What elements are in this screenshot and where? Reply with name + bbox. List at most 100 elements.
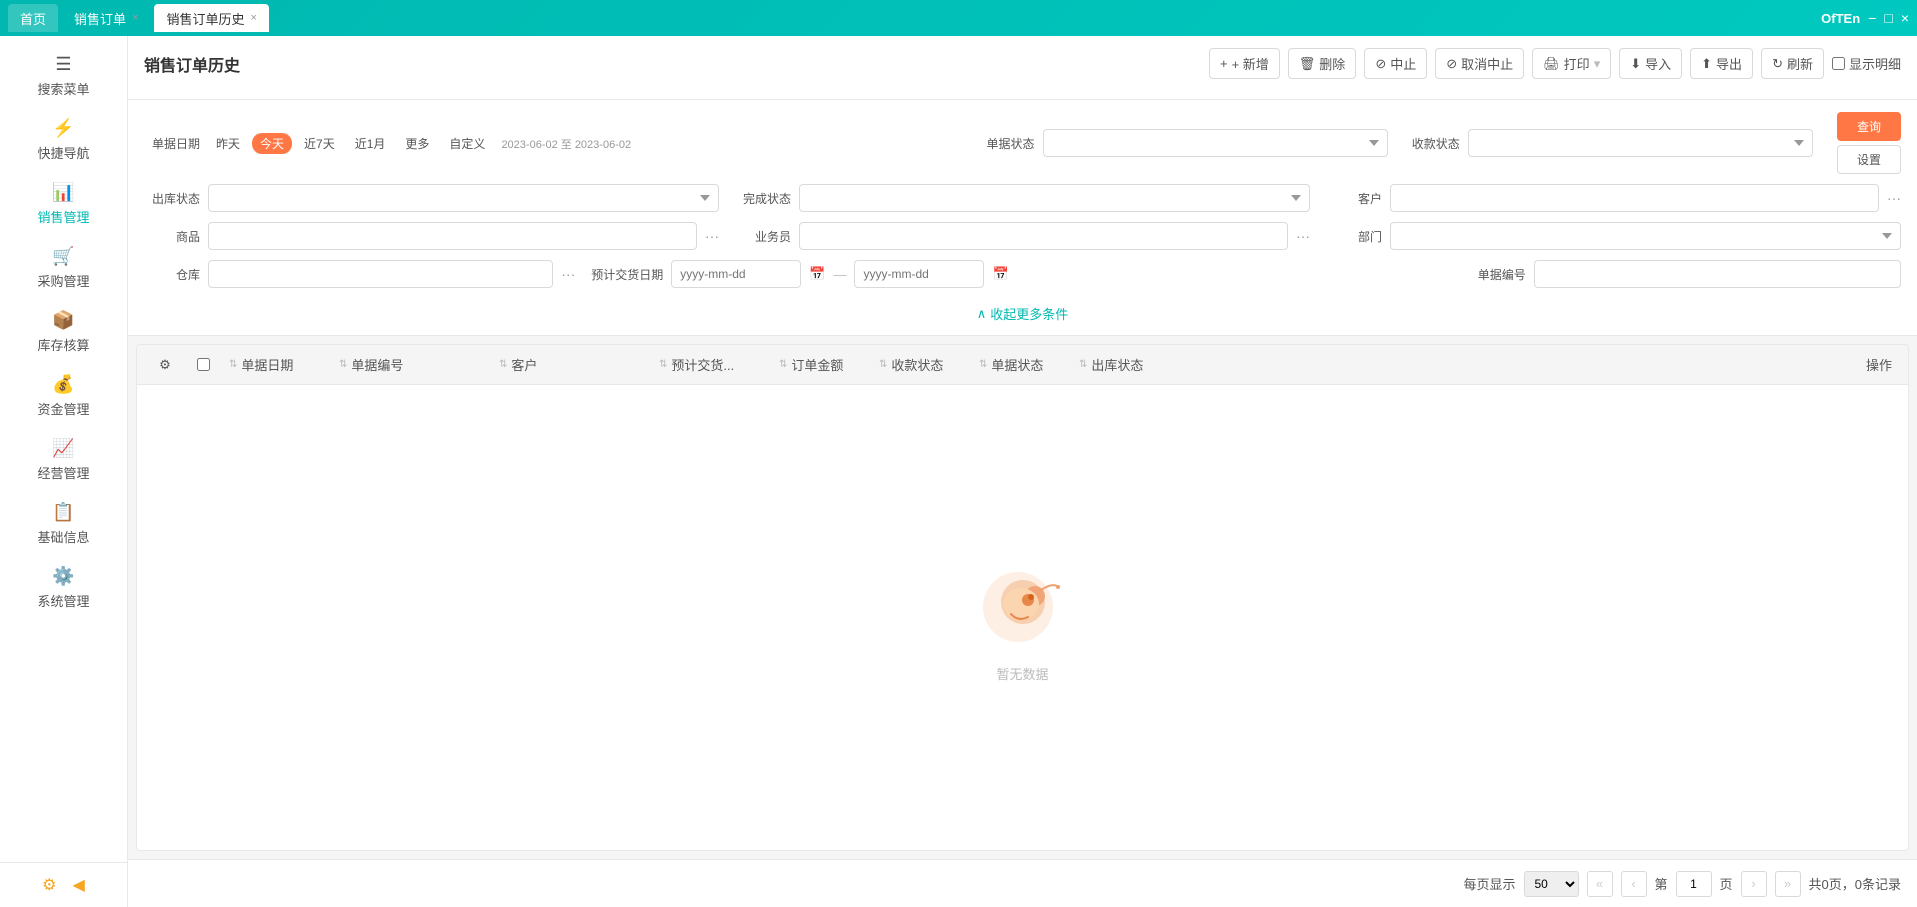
delete-button[interactable]: 🗑 删除 <box>1288 48 1357 79</box>
warehouse-input[interactable] <box>208 260 553 288</box>
filter-row-2: 出库状态 完成状态 客户 ··· <box>144 184 1901 212</box>
warehouse-dots-icon[interactable]: ··· <box>561 266 575 282</box>
salesman-input[interactable] <box>799 222 1288 250</box>
th-customer-label: 客户 <box>511 355 537 374</box>
goods-input[interactable] <box>208 222 697 250</box>
data-table: ⚙ ⇅ 单据日期 ⇅ 单据编号 ⇅ 客户 ⇅ <box>136 344 1909 851</box>
tab-sales-order-history-close-icon[interactable]: × <box>250 12 256 24</box>
sidebar-item-search-menu[interactable]: ☰ 搜索菜单 <box>0 44 127 108</box>
th-checkbox[interactable] <box>185 358 221 371</box>
goods-dots-icon[interactable]: ··· <box>705 228 719 244</box>
th-amount[interactable]: ⇅ 订单金额 <box>771 355 871 374</box>
sidebar-item-finance[interactable]: 💰 资金管理 <box>0 364 127 428</box>
tab-sales-order-close-icon[interactable]: × <box>132 12 138 24</box>
maximize-btn[interactable]: □ <box>1884 10 1892 26</box>
th-delivery[interactable]: ⇅ 预计交货... <box>651 355 771 374</box>
search-menu-icon: ☰ <box>55 54 71 75</box>
date-tag-1month[interactable]: 近1月 <box>347 133 394 154</box>
settings-button[interactable]: 设置 <box>1837 145 1901 174</box>
customer-input[interactable] <box>1390 184 1879 212</box>
goods-label: 商品 <box>144 228 200 245</box>
out-status-select[interactable] <box>208 184 719 212</box>
salesman-dots-icon[interactable]: ··· <box>1296 228 1310 244</box>
bill-status-select[interactable] <box>1043 129 1388 157</box>
stop-button[interactable]: ⊘ 中止 <box>1364 48 1427 79</box>
bill-number-input[interactable] <box>1534 260 1901 288</box>
total-text: 共0页，0条记录 <box>1809 874 1901 893</box>
delete-icon: 🗑 <box>1299 56 1316 72</box>
refresh-button[interactable]: ↻ 刷新 <box>1761 48 1824 79</box>
date-tag-today[interactable]: 今天 <box>252 133 292 154</box>
sidebar-item-quick-nav[interactable]: ⚡ 快捷导航 <box>0 108 127 172</box>
minimize-btn[interactable]: − <box>1868 10 1876 26</box>
import-button[interactable]: ⬇ 导入 <box>1619 48 1682 79</box>
empty-illustration <box>963 552 1083 652</box>
sidebar: ☰ 搜索菜单 ⚡ 快捷导航 📊 销售管理 🛒 采购管理 📦 库存核算 💰 资金管… <box>0 36 128 907</box>
sidebar-settings-icon[interactable]: ⚙ <box>42 875 56 895</box>
complete-status-label: 完成状态 <box>735 190 791 207</box>
print-icon: 🖨 <box>1543 56 1560 72</box>
out-status-label: 出库状态 <box>144 190 200 207</box>
date-tag-yesterday[interactable]: 昨天 <box>208 133 248 154</box>
department-select[interactable] <box>1390 222 1901 250</box>
sidebar-collapse-icon[interactable]: ◀ <box>73 875 85 895</box>
date-tag-custom[interactable]: 自定义 <box>441 133 493 154</box>
delivery-date-from-input[interactable] <box>671 260 801 288</box>
customer-dots-icon[interactable]: ··· <box>1887 190 1901 206</box>
th-date[interactable]: ⇅ 单据日期 <box>221 355 331 374</box>
page-number-input[interactable] <box>1676 871 1712 897</box>
sidebar-item-inventory[interactable]: 📦 库存核算 <box>0 300 127 364</box>
display-detail-input[interactable] <box>1832 57 1845 70</box>
customer-sort-icon: ⇅ <box>499 359 507 370</box>
delivery-date-from-calendar-icon[interactable]: 📅 <box>809 266 825 282</box>
export-button[interactable]: ⬆ 导出 <box>1690 48 1753 79</box>
top-bar: 首页销售订单×销售订单历史× OfTEn − □ × <box>0 0 1917 36</box>
select-all-checkbox[interactable] <box>197 358 210 371</box>
new-button[interactable]: + + 新增 <box>1209 48 1280 79</box>
date-tag-more[interactable]: 更多 <box>397 133 437 154</box>
last-page-btn[interactable]: » <box>1775 871 1801 897</box>
display-detail-checkbox[interactable]: 显示明细 <box>1832 54 1901 73</box>
sidebar-item-sales[interactable]: 📊 销售管理 <box>0 172 127 236</box>
tab-sales-order[interactable]: 销售订单× <box>62 4 150 32</box>
sidebar-item-sales-label: 销售管理 <box>37 207 89 226</box>
first-page-btn[interactable]: « <box>1587 871 1613 897</box>
prev-page-btn[interactable]: ‹ <box>1621 871 1647 897</box>
th-bill-status[interactable]: ⇅ 单据状态 <box>971 355 1071 374</box>
sidebar-item-basic-info[interactable]: 📋 基础信息 <box>0 492 127 556</box>
th-number[interactable]: ⇅ 单据编号 <box>331 355 491 374</box>
pay-status-select[interactable] <box>1468 129 1813 157</box>
query-button[interactable]: 查询 <box>1837 112 1901 141</box>
page-title: 销售订单历史 <box>144 52 240 76</box>
tab-sales-order-history[interactable]: 销售订单历史× <box>154 4 268 32</box>
date-sort-icon: ⇅ <box>229 359 237 370</box>
filter-row-3: 商品 ··· 业务员 ··· 部门 <box>144 222 1901 250</box>
sidebar-item-quick-nav-label: 快捷导航 <box>37 143 89 162</box>
display-detail-label: 显示明细 <box>1849 54 1901 73</box>
th-bill-status-label: 单据状态 <box>991 355 1043 374</box>
sidebar-item-operations[interactable]: 📈 经营管理 <box>0 428 127 492</box>
sales-icon: 📊 <box>52 182 74 203</box>
th-out-status[interactable]: ⇅ 出库状态 <box>1071 355 1171 374</box>
delivery-date-to-calendar-icon[interactable]: 📅 <box>992 266 1008 282</box>
close-btn[interactable]: × <box>1901 10 1909 26</box>
sidebar-item-purchase[interactable]: 🛒 采购管理 <box>0 236 127 300</box>
th-pay-status[interactable]: ⇅ 收款状态 <box>871 355 971 374</box>
complete-status-select[interactable] <box>799 184 1310 212</box>
page-size-select[interactable]: 50 20 100 <box>1524 871 1579 897</box>
cancel-stop-button[interactable]: ⊘ 取消中止 <box>1435 48 1524 79</box>
department-label: 部门 <box>1326 228 1382 245</box>
th-customer[interactable]: ⇅ 客户 <box>491 355 651 374</box>
table-settings-icon[interactable]: ⚙ <box>159 357 171 373</box>
print-button[interactable]: 🖨 打印 ▾ <box>1532 48 1611 79</box>
print-chevron-icon: ▾ <box>1594 56 1601 72</box>
th-settings[interactable]: ⚙ <box>145 357 185 373</box>
tab-home[interactable]: 首页 <box>8 4 58 32</box>
date-filter-item: 单据日期 昨天 今天 近7天 近1月 更多 自定义 2023-06-02 至 2… <box>144 133 963 154</box>
collapse-more-btn[interactable]: ∧ 收起更多条件 <box>144 298 1901 323</box>
next-page-btn[interactable]: › <box>1741 871 1767 897</box>
date-filter-label: 单据日期 <box>144 135 200 152</box>
sidebar-item-system[interactable]: ⚙️ 系统管理 <box>0 556 127 620</box>
delivery-date-to-input[interactable] <box>854 260 984 288</box>
date-tag-7days[interactable]: 近7天 <box>296 133 343 154</box>
